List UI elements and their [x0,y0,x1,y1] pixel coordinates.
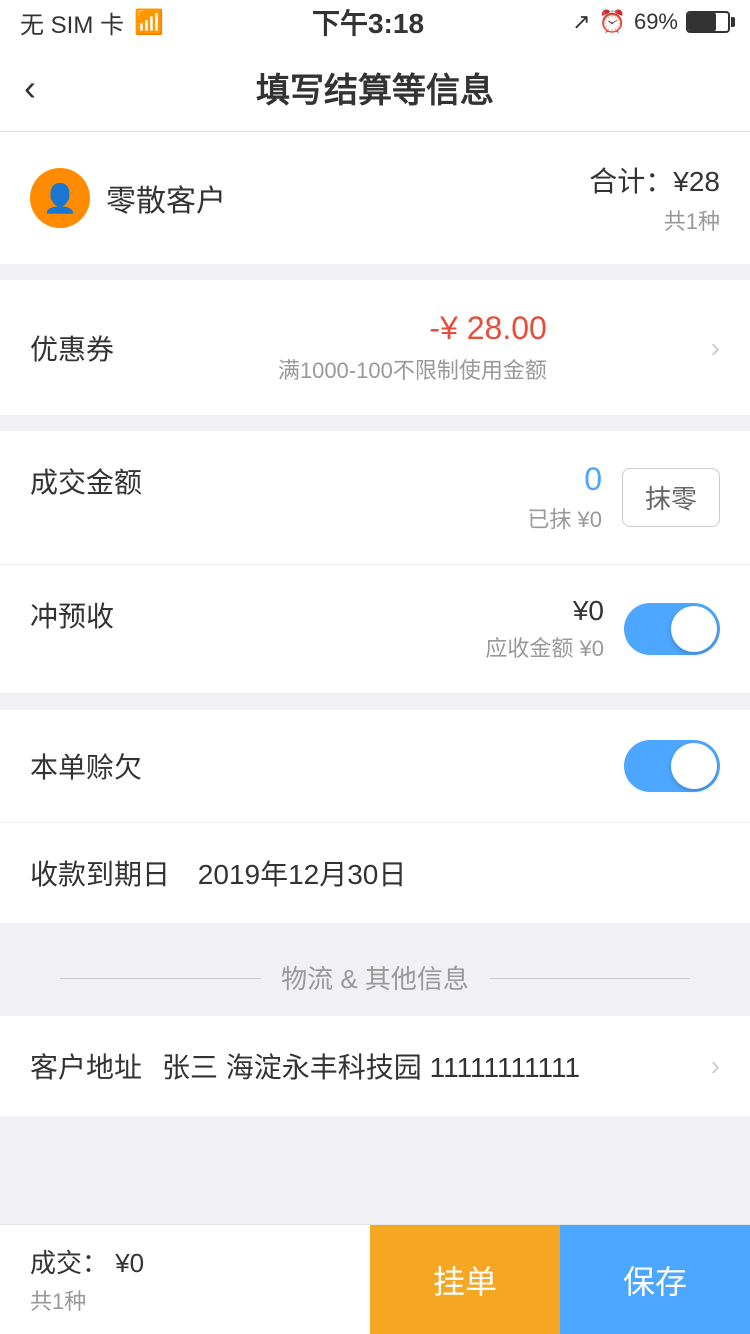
transaction-value: 0 [527,461,602,498]
prepay-label: 冲预收 [30,595,114,635]
address-label: 客户地址 [30,1046,142,1086]
total-count: 共1种 [589,204,720,236]
wifi-icon: 📶 [134,8,164,37]
bottom-deal-amount: 成交： ¥0 [30,1243,340,1280]
address-value: 张三 海淀永丰科技园 11111111111 [162,1046,711,1086]
address-row[interactable]: 客户地址 张三 海淀永丰科技园 11111111111 › [0,1016,750,1116]
bottom-left: 成交： ¥0 共1种 [0,1243,370,1316]
prepay-sub: 应收金额 ¥0 [485,631,604,663]
status-left: 无 SIM 卡 📶 [20,5,164,40]
transaction-amount-row: 成交金额 0 已抹 ¥0 抹零 [0,431,750,565]
customer-avatar: 👤 [30,168,90,228]
coupon-description: 满1000-100不限制使用金额 [278,353,547,385]
bottom-item-count: 共1种 [30,1284,340,1316]
status-bar: 无 SIM 卡 📶 下午3:18 ↗ ⏰ 69% [0,0,750,44]
alarm-icon: ⏰ [599,9,626,35]
page-title: 填写结算等信息 [256,63,494,112]
transaction-values: 0 已抹 ¥0 [527,461,602,534]
status-right: ↗ ⏰ 69% [572,9,730,35]
coupon-discount: -¥ 28.00 [278,310,547,347]
prepay-value: ¥0 [485,595,604,627]
coupon-section[interactable]: 优惠券 -¥ 28.00 满1000-100不限制使用金额 › [0,280,750,415]
logistics-header: 物流 & 其他信息 [0,939,750,1016]
nav-bar: ‹ 填写结算等信息 [0,44,750,132]
round-zero-button[interactable]: 抹零 [622,468,720,527]
transaction-sub: 已抹 ¥0 [527,502,602,534]
customer-left: 👤 零散客户 [30,168,226,228]
address-arrow-icon: › [711,1050,720,1082]
location-icon: ↗ [572,9,590,35]
battery-icon [686,11,730,33]
logistics-label: 物流 & 其他信息 [261,959,489,996]
debt-label: 本单赊欠 [30,746,142,786]
coupon-arrow-icon: › [711,332,720,364]
prepay-values: ¥0 应收金额 ¥0 [485,595,604,663]
hang-order-button[interactable]: 挂单 [370,1225,560,1334]
toggle-knob [671,606,717,652]
bottom-bar: 成交： ¥0 共1种 挂单 保存 [0,1224,750,1334]
carrier-label: 无 SIM 卡 [20,5,124,40]
debt-section: 本单赊欠 收款到期日 2019年12月30日 [0,710,750,923]
debt-row: 本单赊欠 [0,710,750,822]
debt-toggle[interactable] [624,740,720,792]
customer-row: 👤 零散客户 合计：¥28 共1种 [0,132,750,264]
content-area: 👤 零散客户 合计：¥28 共1种 优惠券 -¥ 28.00 满1000-100… [0,132,750,1236]
battery-label: 69% [634,9,678,35]
duedate-label: 收款到期日 [30,859,170,890]
customer-section: 👤 零散客户 合计：¥28 共1种 [0,132,750,264]
prepay-toggle[interactable] [624,603,720,655]
duedate-value: 2019年12月30日 [198,859,407,890]
avatar-icon: 👤 [43,182,78,215]
debt-toggle-knob [671,743,717,789]
total-amount: 合计：¥28 [589,160,720,200]
customer-name: 零散客户 [106,176,226,220]
coupon-right: -¥ 28.00 满1000-100不限制使用金额 [278,310,547,385]
duedate-row: 收款到期日 2019年12月30日 [0,822,750,923]
transaction-right: 0 已抹 ¥0 抹零 [527,461,720,534]
save-button[interactable]: 保存 [560,1225,750,1334]
customer-right: 合计：¥28 共1种 [589,160,720,236]
amount-section: 成交金额 0 已抹 ¥0 抹零 冲预收 ¥0 应收金额 ¥0 [0,431,750,694]
time-label: 下午3:18 [312,2,424,42]
coupon-label: 优惠券 [30,328,114,368]
back-button[interactable]: ‹ [24,67,36,109]
transaction-label: 成交金额 [30,461,142,501]
prepay-right: ¥0 应收金额 ¥0 [485,595,720,663]
prepay-row: 冲预收 ¥0 应收金额 ¥0 [0,565,750,694]
